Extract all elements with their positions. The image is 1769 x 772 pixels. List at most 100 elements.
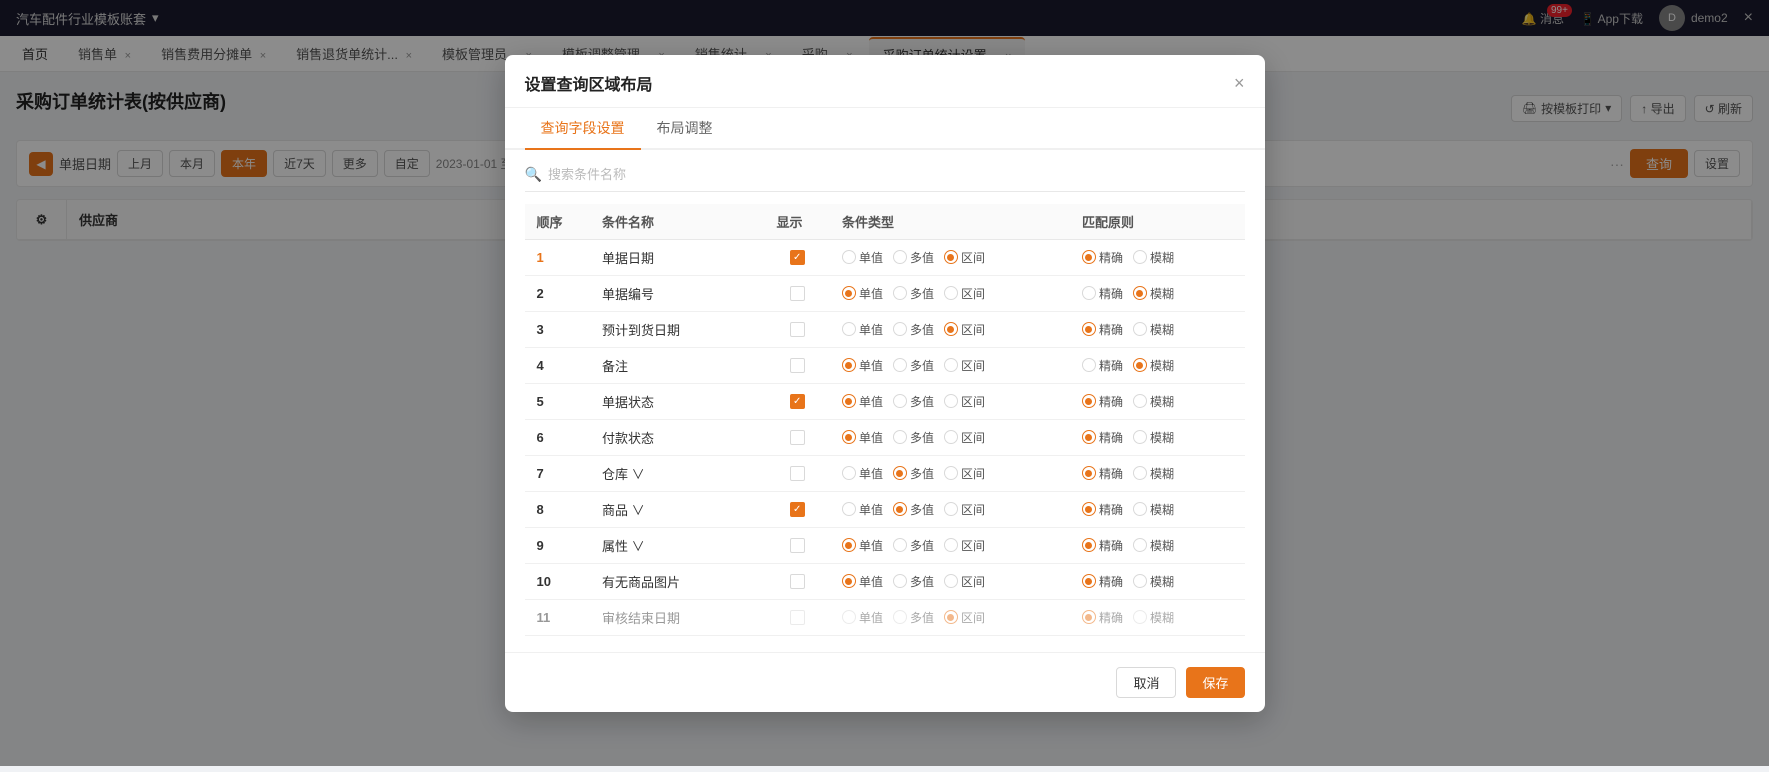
radio-label: 精确 (1099, 357, 1123, 374)
row-match-option-模糊[interactable]: 模糊 (1133, 465, 1174, 482)
row-match-option-模糊[interactable]: 模糊 (1133, 609, 1174, 626)
radio-label: 区间 (961, 393, 985, 410)
radio-circle (842, 610, 856, 624)
search-input[interactable] (548, 167, 1245, 182)
row-type-option-单值[interactable]: 单值 (842, 465, 883, 482)
row-match-option-模糊[interactable]: 模糊 (1133, 285, 1174, 302)
radio-label: 区间 (961, 609, 985, 626)
row-match-option-模糊[interactable]: 模糊 (1133, 537, 1174, 554)
row-show-checkbox[interactable] (790, 574, 805, 589)
tab-query-fields[interactable]: 查询字段设置 (525, 108, 641, 150)
radio-label: 模糊 (1150, 357, 1174, 374)
row-type-option-多值[interactable]: 多值 (893, 609, 934, 626)
row-type-option-多值[interactable]: 多值 (893, 249, 934, 266)
row-type-cell: 单值多值区间 (830, 275, 1070, 311)
row-type-option-区间[interactable]: 区间 (944, 573, 985, 590)
row-name: 仓库 ∨ (590, 455, 765, 491)
row-type-option-单值[interactable]: 单值 (842, 357, 883, 374)
row-match-cell: 精确模糊 (1070, 599, 1245, 635)
radio-label: 多值 (910, 609, 934, 626)
radio-label: 模糊 (1150, 573, 1174, 590)
row-type-option-多值[interactable]: 多值 (893, 357, 934, 374)
row-type-option-区间[interactable]: 区间 (944, 285, 985, 302)
row-show-checkbox[interactable] (790, 286, 805, 301)
row-type-option-多值[interactable]: 多值 (893, 393, 934, 410)
row-match-option-模糊[interactable]: 模糊 (1133, 573, 1174, 590)
row-match-option-模糊[interactable]: 模糊 (1133, 429, 1174, 446)
tab-layout-adjust[interactable]: 布局调整 (641, 108, 729, 150)
row-match-option-精确[interactable]: 精确 (1082, 357, 1123, 374)
row-match-option-精确[interactable]: 精确 (1082, 609, 1123, 626)
row-type-option-区间[interactable]: 区间 (944, 501, 985, 518)
row-type-option-多值[interactable]: 多值 (893, 465, 934, 482)
row-match-option-模糊[interactable]: 模糊 (1133, 393, 1174, 410)
row-type-option-多值[interactable]: 多值 (893, 285, 934, 302)
row-type-option-单值[interactable]: 单值 (842, 321, 883, 338)
dialog-close-icon[interactable]: × (1234, 74, 1245, 92)
row-match-option-精确[interactable]: 精确 (1082, 537, 1123, 554)
row-match-option-精确[interactable]: 精确 (1082, 321, 1123, 338)
radio-label: 多值 (910, 321, 934, 338)
row-match-option-模糊[interactable]: 模糊 (1133, 501, 1174, 518)
row-type-option-区间[interactable]: 区间 (944, 537, 985, 554)
row-type-option-区间[interactable]: 区间 (944, 393, 985, 410)
row-type-option-多值[interactable]: 多值 (893, 321, 934, 338)
row-type-option-单值[interactable]: 单值 (842, 393, 883, 410)
row-type-cell: 单值多值区间 (830, 419, 1070, 455)
row-show-checkbox[interactable] (790, 502, 805, 517)
settings-row: 2单据编号单值多值区间精确模糊 (525, 275, 1245, 311)
radio-circle (944, 610, 958, 624)
radio-circle (1082, 538, 1096, 552)
row-match-option-精确[interactable]: 精确 (1082, 501, 1123, 518)
row-type-option-多值[interactable]: 多值 (893, 501, 934, 518)
row-type-option-区间[interactable]: 区间 (944, 249, 985, 266)
radio-circle (944, 250, 958, 264)
row-type-option-多值[interactable]: 多值 (893, 537, 934, 554)
row-match-option-模糊[interactable]: 模糊 (1133, 357, 1174, 374)
row-type-option-区间[interactable]: 区间 (944, 429, 985, 446)
row-match-option-精确[interactable]: 精确 (1082, 393, 1123, 410)
row-match-cell: 精确模糊 (1070, 419, 1245, 455)
row-type-option-单值[interactable]: 单值 (842, 249, 883, 266)
th-match: 匹配原则 (1070, 204, 1245, 240)
row-match-option-模糊[interactable]: 模糊 (1133, 321, 1174, 338)
row-match-option-精确[interactable]: 精确 (1082, 465, 1123, 482)
cancel-button[interactable]: 取消 (1116, 667, 1176, 698)
radio-circle (893, 322, 907, 336)
row-match-option-模糊[interactable]: 模糊 (1133, 249, 1174, 266)
row-match-option-精确[interactable]: 精确 (1082, 429, 1123, 446)
row-show-checkbox[interactable] (790, 466, 805, 481)
row-match-option-精确[interactable]: 精确 (1082, 249, 1123, 266)
row-type-option-单值[interactable]: 单值 (842, 501, 883, 518)
row-type-option-单值[interactable]: 单值 (842, 285, 883, 302)
row-show-cell (764, 599, 829, 635)
row-match-cell: 精确模糊 (1070, 239, 1245, 275)
row-type-option-多值[interactable]: 多值 (893, 573, 934, 590)
row-type-option-多值[interactable]: 多值 (893, 429, 934, 446)
row-type-option-单值[interactable]: 单值 (842, 609, 883, 626)
row-type-option-区间[interactable]: 区间 (944, 609, 985, 626)
row-show-checkbox[interactable] (790, 394, 805, 409)
radio-circle (1082, 322, 1096, 336)
row-order: 5 (525, 383, 590, 419)
row-match-option-精确[interactable]: 精确 (1082, 573, 1123, 590)
dialog-content: 🔍 顺序 条件名称 显示 条件类型 匹配原则 1单据日期单值多值区间精确模糊2单… (505, 150, 1265, 652)
modal-overlay: 设置查询区域布局 × 查询字段设置 布局调整 🔍 顺序 条件名称 显示 (0, 0, 1769, 766)
row-show-checkbox[interactable] (790, 250, 805, 265)
row-type-option-单值[interactable]: 单值 (842, 537, 883, 554)
row-show-checkbox[interactable] (790, 322, 805, 337)
row-match-option-精确[interactable]: 精确 (1082, 285, 1123, 302)
row-type-option-单值[interactable]: 单值 (842, 573, 883, 590)
row-show-checkbox[interactable] (790, 610, 805, 625)
row-type-option-区间[interactable]: 区间 (944, 357, 985, 374)
settings-table: 顺序 条件名称 显示 条件类型 匹配原则 1单据日期单值多值区间精确模糊2单据编… (525, 204, 1245, 636)
row-show-checkbox[interactable] (790, 358, 805, 373)
radio-label: 模糊 (1150, 321, 1174, 338)
row-type-option-单值[interactable]: 单值 (842, 429, 883, 446)
row-type-option-区间[interactable]: 区间 (944, 321, 985, 338)
row-type-option-区间[interactable]: 区间 (944, 465, 985, 482)
row-show-checkbox[interactable] (790, 430, 805, 445)
radio-circle (1082, 466, 1096, 480)
save-button[interactable]: 保存 (1186, 667, 1244, 698)
row-show-checkbox[interactable] (790, 538, 805, 553)
